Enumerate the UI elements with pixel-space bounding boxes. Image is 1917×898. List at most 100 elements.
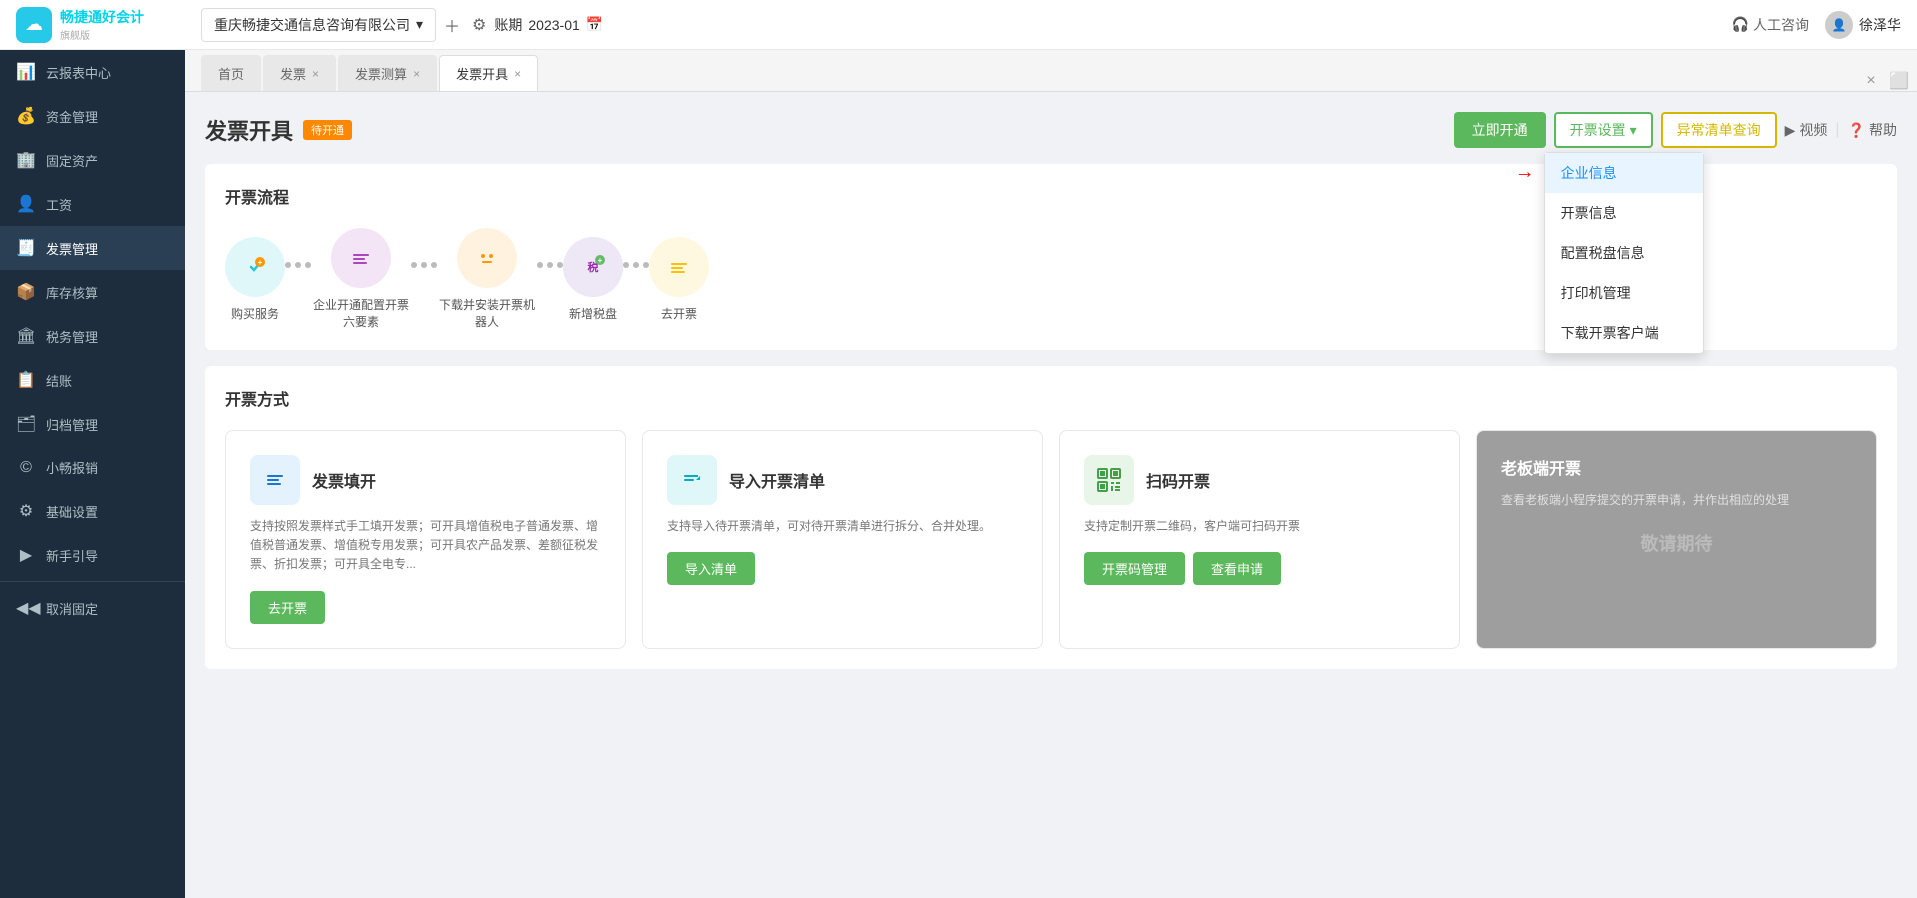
step-pan-icon: 税 +	[563, 237, 623, 297]
window-controls: × ⬜	[1861, 71, 1917, 91]
tab-fapiaokaiaju-label: 发票开具	[456, 64, 508, 83]
step-xiazai-install: 下载并安装开票机器人	[437, 228, 537, 330]
fill-icon	[250, 455, 300, 505]
import-title: 导入开票清单	[729, 468, 825, 492]
method-boss: 老板端开票 查看老板端小程序提交的开票申请，并作出相应的处理 敬请期待	[1476, 430, 1877, 649]
logo-icon: ☁	[16, 7, 52, 43]
maximize-window-button[interactable]: ⬜	[1889, 71, 1909, 91]
tab-fapiaokaiaju[interactable]: 发票开具 ×	[439, 55, 538, 91]
tab-fapiao[interactable]: 发票 ×	[263, 55, 336, 91]
settings-button-label: 开票设置	[1570, 120, 1626, 140]
sidebar-item-label: 云报表中心	[46, 63, 111, 82]
period-info: 账期 2023-01 📅	[494, 15, 603, 35]
sidebar-item-guidang[interactable]: 🗂 归档管理	[0, 402, 185, 446]
sidebar-item-fapiao[interactable]: 🧾 发票管理	[0, 226, 185, 270]
sidebar-item-jiezhang[interactable]: 📋 结账	[0, 358, 185, 402]
sidebar-item-label: 基础设置	[46, 502, 98, 521]
method-import-header: 导入开票清单	[667, 455, 1018, 505]
sidebar-item-jichushezhi[interactable]: ⚙ 基础设置	[0, 489, 185, 533]
jichushezhi-icon: ⚙	[16, 501, 36, 521]
scan-title: 扫码开票	[1146, 468, 1210, 492]
sidebar-item-label: 取消固定	[46, 599, 98, 618]
add-icon[interactable]: ＋	[444, 13, 460, 37]
tab-fapiaocesuan-close[interactable]: ×	[413, 67, 420, 81]
step-qiye-label: 企业开通配置开票六要素	[311, 296, 411, 330]
arrow-indicator: →	[1515, 161, 1535, 184]
chevron-down-icon: ▾	[1630, 122, 1637, 139]
calendar-icon[interactable]: 📅	[586, 16, 603, 33]
view-apply-button[interactable]: 查看申请	[1193, 552, 1281, 585]
logo-name: 畅捷通好会计	[60, 7, 144, 27]
status-badge: 待开通	[303, 120, 352, 140]
connector-3	[537, 262, 563, 268]
boss-desc: 查看老板端小程序提交的开票申请，并作出相应的处理	[1501, 491, 1852, 510]
period-value: 2023-01	[528, 17, 579, 33]
scan-footer: 开票码管理 查看申请	[1084, 552, 1435, 585]
svg-text:+: +	[598, 256, 603, 265]
dropdown-item-qiye[interactable]: 企业信息	[1545, 153, 1703, 193]
company-selector[interactable]: 重庆畅捷交通信息咨询有限公司 ▾	[201, 8, 436, 42]
tab-fapiao-label: 发票	[280, 64, 306, 83]
tab-fapiaokaiaju-close[interactable]: ×	[514, 67, 521, 81]
settings-dropdown-button[interactable]: 开票设置 ▾	[1554, 112, 1653, 148]
logo-text: 畅捷通好会计 旗舰版	[60, 7, 144, 42]
sidebar-item-label: 税务管理	[46, 327, 98, 346]
dropdown-arrow-icon: ▾	[416, 16, 423, 33]
period-label: 账期	[494, 15, 522, 35]
user-info[interactable]: 👤 徐泽华	[1825, 11, 1901, 39]
help-btn[interactable]: 🎧 人工咨询	[1732, 15, 1809, 35]
method-import: 导入开票清单 支持导入待开票清单，可对待开票清单进行拆分、合并处理。 导入清单	[642, 430, 1043, 649]
dropdown-item-kaipiaoinfo[interactable]: 开票信息	[1545, 193, 1703, 233]
sidebar-item-xiaochang[interactable]: © 小畅报销	[0, 446, 185, 489]
logo-area: ☁ 畅捷通好会计 旗舰版	[16, 7, 201, 43]
headset-icon: 🎧	[1732, 16, 1749, 33]
sidebar-item-xinshouyindao[interactable]: ▶ 新手引导	[0, 533, 185, 577]
boss-title: 老板端开票	[1501, 455, 1581, 479]
connector-4	[623, 262, 649, 268]
dropdown-item-xiazai[interactable]: 下载开票客户端	[1545, 313, 1703, 353]
sidebar-item-label: 固定资产	[46, 151, 98, 170]
sidebar-item-gongzi[interactable]: 👤 工资	[0, 182, 185, 226]
settings-icon[interactable]: ⚙	[472, 15, 486, 35]
header-actions: 立即开通 开票设置 ▾ 异常清单查询 ▶ 视频 | ❓	[1454, 112, 1897, 148]
dropdown-item-peizhi[interactable]: 配置税盘信息	[1545, 233, 1703, 273]
sidebar-item-label: 库存核算	[46, 283, 98, 302]
company-name: 重庆畅捷交通信息咨询有限公司	[214, 15, 410, 35]
top-bar: ☁ 畅捷通好会计 旗舰版 重庆畅捷交通信息咨询有限公司 ▾ ＋ ⚙ 账期 202…	[0, 0, 1917, 50]
sidebar-item-quxiao[interactable]: ◀◀ 取消固定	[0, 586, 185, 630]
main-area: 📊 云报表中心 💰 资金管理 🏢 固定资产 👤 工资 🧾 发票管理 📦	[0, 50, 1917, 898]
activate-button[interactable]: 立即开通	[1454, 112, 1546, 148]
video-button[interactable]: ▶ 视频	[1785, 120, 1828, 140]
sidebar-item-shuiwu[interactable]: 🏛 税务管理	[0, 314, 185, 358]
billing-methods-section: 开票方式	[205, 366, 1897, 669]
tab-fapiao-close[interactable]: ×	[312, 67, 319, 81]
qrcode-manage-button[interactable]: 开票码管理	[1084, 552, 1185, 585]
connector-1	[285, 262, 311, 268]
fapiao-icon: 🧾	[16, 238, 36, 258]
sidebar-item-yunbao[interactable]: 📊 云报表中心	[0, 50, 185, 94]
close-window-button[interactable]: ×	[1861, 71, 1881, 91]
sidebar-item-zijin[interactable]: 💰 资金管理	[0, 94, 185, 138]
quxiao-icon: ◀◀	[16, 598, 36, 618]
sidebar-divider	[0, 581, 185, 582]
step-goumai-icon: +	[225, 237, 285, 297]
tab-fapiaocesuan[interactable]: 发票测算 ×	[338, 55, 437, 91]
abnormal-list-button[interactable]: 异常清单查询	[1661, 112, 1777, 148]
help-button[interactable]: ❓ 帮助	[1848, 120, 1897, 140]
goto-invoice-button[interactable]: 去开票	[250, 591, 325, 624]
settings-dropdown-menu: 企业信息 → 开票信息 配置税盘信息 打印机管理 下载开票客户端	[1544, 152, 1704, 354]
sidebar-item-label: 归档管理	[46, 415, 98, 434]
tab-home[interactable]: 首页	[201, 55, 261, 91]
step-goumai: + 购买服务	[225, 237, 285, 322]
sidebar-item-gudingzichan[interactable]: 🏢 固定资产	[0, 138, 185, 182]
scan-desc: 支持定制开票二维码，客户端可扫码开票	[1084, 517, 1435, 536]
fill-desc: 支持按照发票样式手工填开发票；可开具增值税电子普通发票、增值税普通发票、增值税专…	[250, 517, 601, 575]
avatar: 👤	[1825, 11, 1853, 39]
page-content: 发票开具 待开通 立即开通 开票设置 ▾ 异常清单查询 ▶ 视频	[185, 92, 1917, 898]
import-list-button[interactable]: 导入清单	[667, 552, 755, 585]
top-actions: ＋ ⚙	[444, 13, 486, 37]
sidebar-item-kucun[interactable]: 📦 库存核算	[0, 270, 185, 314]
dropdown-item-dayin[interactable]: 打印机管理	[1545, 273, 1703, 313]
help-circle-icon: ❓	[1848, 122, 1865, 139]
xinshouyindao-icon: ▶	[16, 545, 36, 565]
